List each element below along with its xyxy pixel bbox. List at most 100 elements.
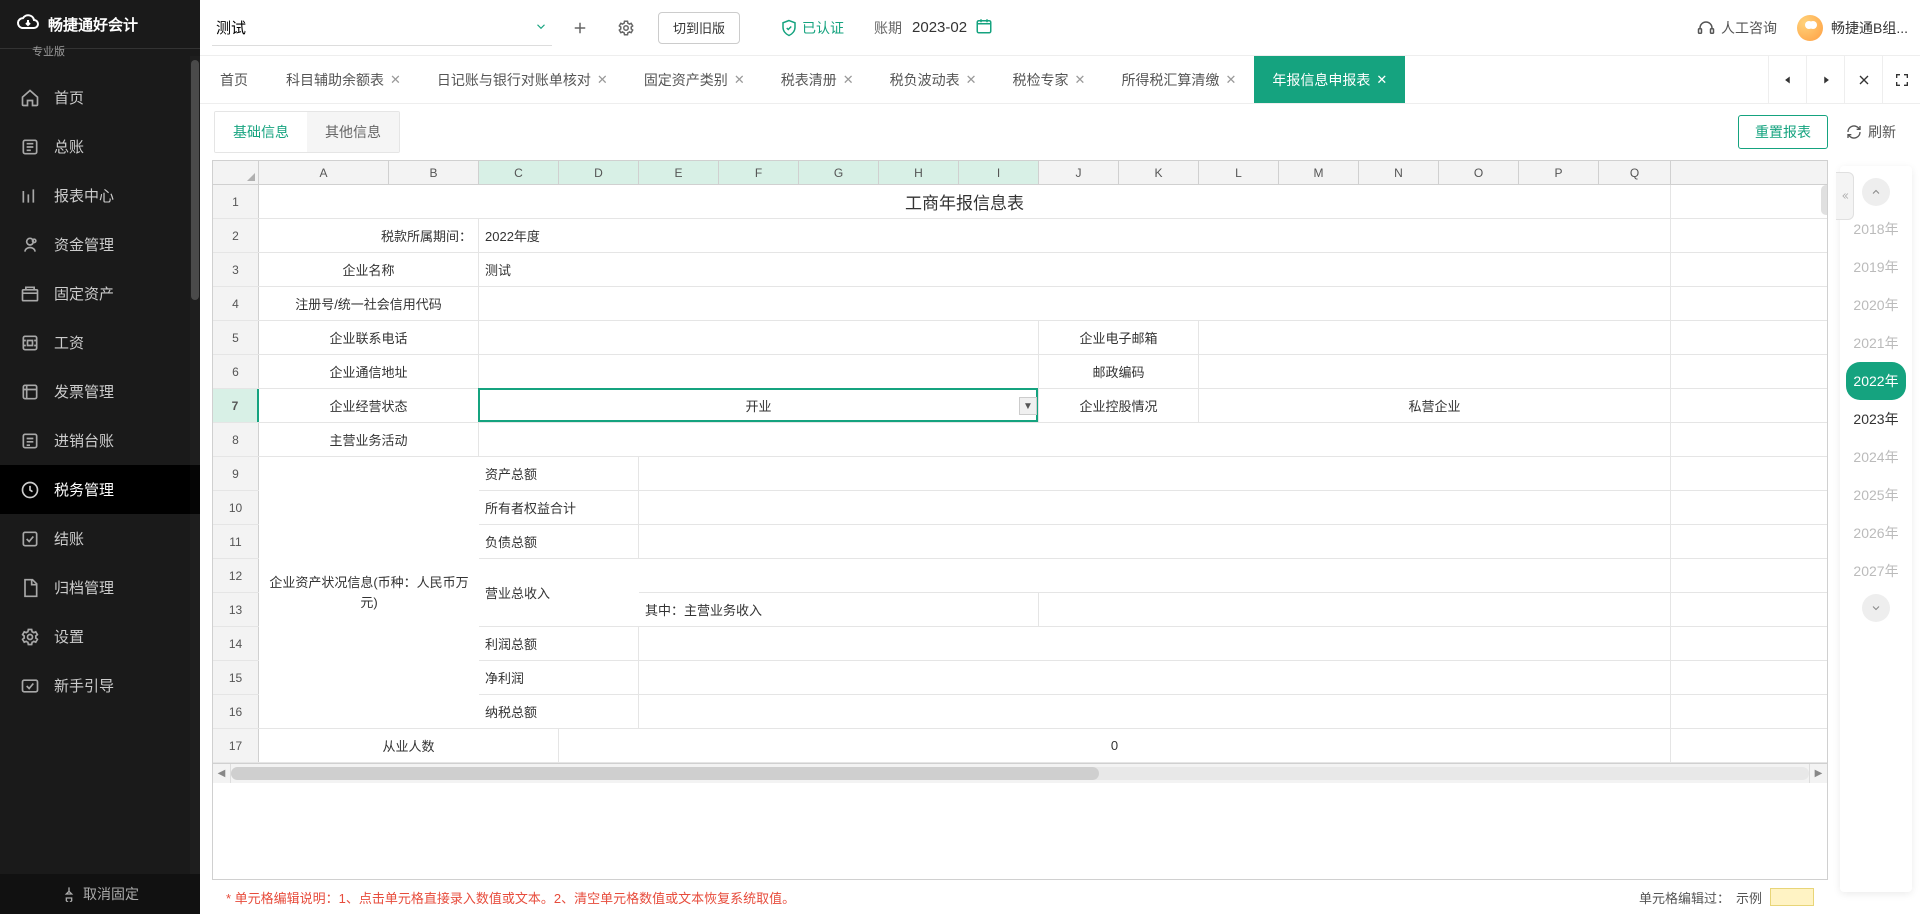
- row-header-1[interactable]: 1: [213, 185, 259, 218]
- col-header-L[interactable]: L: [1199, 161, 1279, 184]
- hscroll-right[interactable]: ▶: [1809, 764, 1827, 783]
- tab-0[interactable]: 科目辅助余额表✕: [268, 56, 419, 103]
- tabs-scroll-left[interactable]: [1768, 56, 1806, 103]
- label-op-status[interactable]: 企业经营状态: [259, 389, 479, 422]
- label-company-name[interactable]: 企业名称: [259, 253, 479, 286]
- sheet-title[interactable]: 工商年报信息表: [259, 185, 1671, 218]
- col-header-P[interactable]: P: [1519, 161, 1599, 184]
- col-header-D[interactable]: D: [559, 161, 639, 184]
- value-reg-code[interactable]: [479, 287, 1671, 320]
- value-r10[interactable]: [639, 491, 1671, 524]
- sidebar-item-0[interactable]: 首页: [0, 73, 200, 122]
- spreadsheet[interactable]: ABCDEFGHIJKLMNOPQ 1工商年报信息表2税款所属期间：2022年度…: [212, 160, 1828, 880]
- label-r9[interactable]: 资产总额: [479, 457, 639, 490]
- value-postcode[interactable]: [1199, 355, 1671, 388]
- tab-close-4[interactable]: ✕: [966, 72, 977, 88]
- tabs-scroll-right[interactable]: [1806, 56, 1844, 103]
- label-r13[interactable]: 其中：主营业务收入: [639, 593, 1039, 626]
- tab-3[interactable]: 税表清册✕: [763, 56, 872, 103]
- value-company-name[interactable]: 测试: [479, 253, 1671, 286]
- years-scroll-down[interactable]: [1862, 594, 1890, 622]
- col-header-J[interactable]: J: [1039, 161, 1119, 184]
- row-header-10[interactable]: 10: [213, 491, 259, 524]
- vertical-scrollbar[interactable]: [1821, 185, 1828, 215]
- support-button[interactable]: 人工咨询: [1697, 18, 1777, 38]
- row-header-7[interactable]: 7: [213, 389, 259, 422]
- tab-2[interactable]: 固定资产类别✕: [626, 56, 763, 103]
- subtab-0[interactable]: 基础信息: [215, 112, 307, 152]
- row-header-6[interactable]: 6: [213, 355, 259, 388]
- col-header-K[interactable]: K: [1119, 161, 1199, 184]
- value-r11[interactable]: [639, 525, 1671, 558]
- value-r16[interactable]: [639, 695, 1671, 728]
- tab-5[interactable]: 税检专家✕: [995, 56, 1104, 103]
- tabs-fullscreen[interactable]: [1882, 56, 1920, 103]
- sidebar-item-6[interactable]: 发票管理: [0, 367, 200, 416]
- add-button[interactable]: [562, 10, 598, 46]
- row-header-5[interactable]: 5: [213, 321, 259, 354]
- value-main-biz[interactable]: [479, 423, 1671, 456]
- value-holding[interactable]: 私营企业: [1199, 389, 1671, 422]
- subtab-1[interactable]: 其他信息: [307, 112, 399, 152]
- row-header-14[interactable]: 14: [213, 627, 259, 660]
- label-employees[interactable]: 从业人数: [259, 729, 559, 762]
- reset-report-button[interactable]: 重置报表: [1738, 115, 1828, 149]
- tab-7[interactable]: 年报信息申报表✕: [1254, 56, 1405, 103]
- tab-close-7[interactable]: ✕: [1376, 72, 1387, 88]
- tab-6[interactable]: 所得税汇算清缴✕: [1103, 56, 1254, 103]
- year-option-2026年[interactable]: 2026年: [1840, 514, 1912, 552]
- label-email[interactable]: 企业电子邮箱: [1039, 321, 1199, 354]
- value-r14[interactable]: [639, 627, 1671, 660]
- refresh-button[interactable]: 刷新: [1846, 122, 1896, 142]
- row-header-13[interactable]: 13: [213, 593, 259, 626]
- unpin-sidebar-button[interactable]: 取消固定: [0, 874, 200, 914]
- sidebar-scrollbar[interactable]: [190, 56, 200, 874]
- sidebar-item-3[interactable]: 资金管理: [0, 220, 200, 269]
- row-header-2[interactable]: 2: [213, 219, 259, 252]
- label-r11[interactable]: 负债总额: [479, 525, 639, 558]
- sidebar-item-1[interactable]: 总账: [0, 122, 200, 171]
- label-phone[interactable]: 企业联系电话: [259, 321, 479, 354]
- col-header-G[interactable]: G: [799, 161, 879, 184]
- row-header-11[interactable]: 11: [213, 525, 259, 558]
- label-reg-code[interactable]: 注册号/统一社会信用代码: [259, 287, 479, 320]
- year-option-2024年[interactable]: 2024年: [1840, 438, 1912, 476]
- value-employees[interactable]: 0: [559, 729, 1671, 762]
- sidebar-item-11[interactable]: 设置: [0, 612, 200, 661]
- year-option-2027年[interactable]: 2027年: [1840, 552, 1912, 590]
- col-header-F[interactable]: F: [719, 161, 799, 184]
- year-option-2021年[interactable]: 2021年: [1840, 324, 1912, 362]
- row-header-4[interactable]: 4: [213, 287, 259, 320]
- sidebar-item-10[interactable]: 归档管理: [0, 563, 200, 612]
- value-r13[interactable]: [1039, 593, 1671, 626]
- label-r16[interactable]: 纳税总额: [479, 695, 639, 728]
- user-menu[interactable]: 畅捷通B组...: [1797, 15, 1908, 41]
- tab-close-6[interactable]: ✕: [1225, 72, 1236, 88]
- tab-close-0[interactable]: ✕: [390, 72, 401, 88]
- year-option-2022年[interactable]: 2022年: [1846, 362, 1906, 400]
- row-header-17[interactable]: 17: [213, 729, 259, 762]
- select-all-corner[interactable]: [213, 161, 259, 184]
- tab-4[interactable]: 税负波动表✕: [872, 56, 995, 103]
- row-header-8[interactable]: 8: [213, 423, 259, 456]
- sidebar-item-2[interactable]: 报表中心: [0, 171, 200, 220]
- calendar-button[interactable]: [975, 17, 993, 38]
- col-header-C[interactable]: C: [479, 161, 559, 184]
- tab-home[interactable]: 首页: [200, 56, 268, 103]
- sidebar-item-4[interactable]: 固定资产: [0, 269, 200, 318]
- year-option-2019年[interactable]: 2019年: [1840, 248, 1912, 286]
- value-r15[interactable]: [639, 661, 1671, 694]
- label-postcode[interactable]: 邮政编码: [1039, 355, 1199, 388]
- tab-1[interactable]: 日记账与银行对账单核对✕: [419, 56, 626, 103]
- period-value[interactable]: 2023-02: [912, 19, 967, 36]
- row-header-9[interactable]: 9: [213, 457, 259, 490]
- label-holding[interactable]: 企业控股情况: [1039, 389, 1199, 422]
- years-scroll-up[interactable]: [1862, 178, 1890, 206]
- label-r14[interactable]: 利润总额: [479, 627, 639, 660]
- sidebar-item-8[interactable]: 税务管理: [0, 465, 200, 514]
- col-header-O[interactable]: O: [1439, 161, 1519, 184]
- col-header-Q[interactable]: Q: [1599, 161, 1671, 184]
- tab-close-5[interactable]: ✕: [1075, 72, 1086, 88]
- tab-close-3[interactable]: ✕: [843, 72, 854, 88]
- cell-dropdown-button[interactable]: ▼: [1019, 397, 1037, 415]
